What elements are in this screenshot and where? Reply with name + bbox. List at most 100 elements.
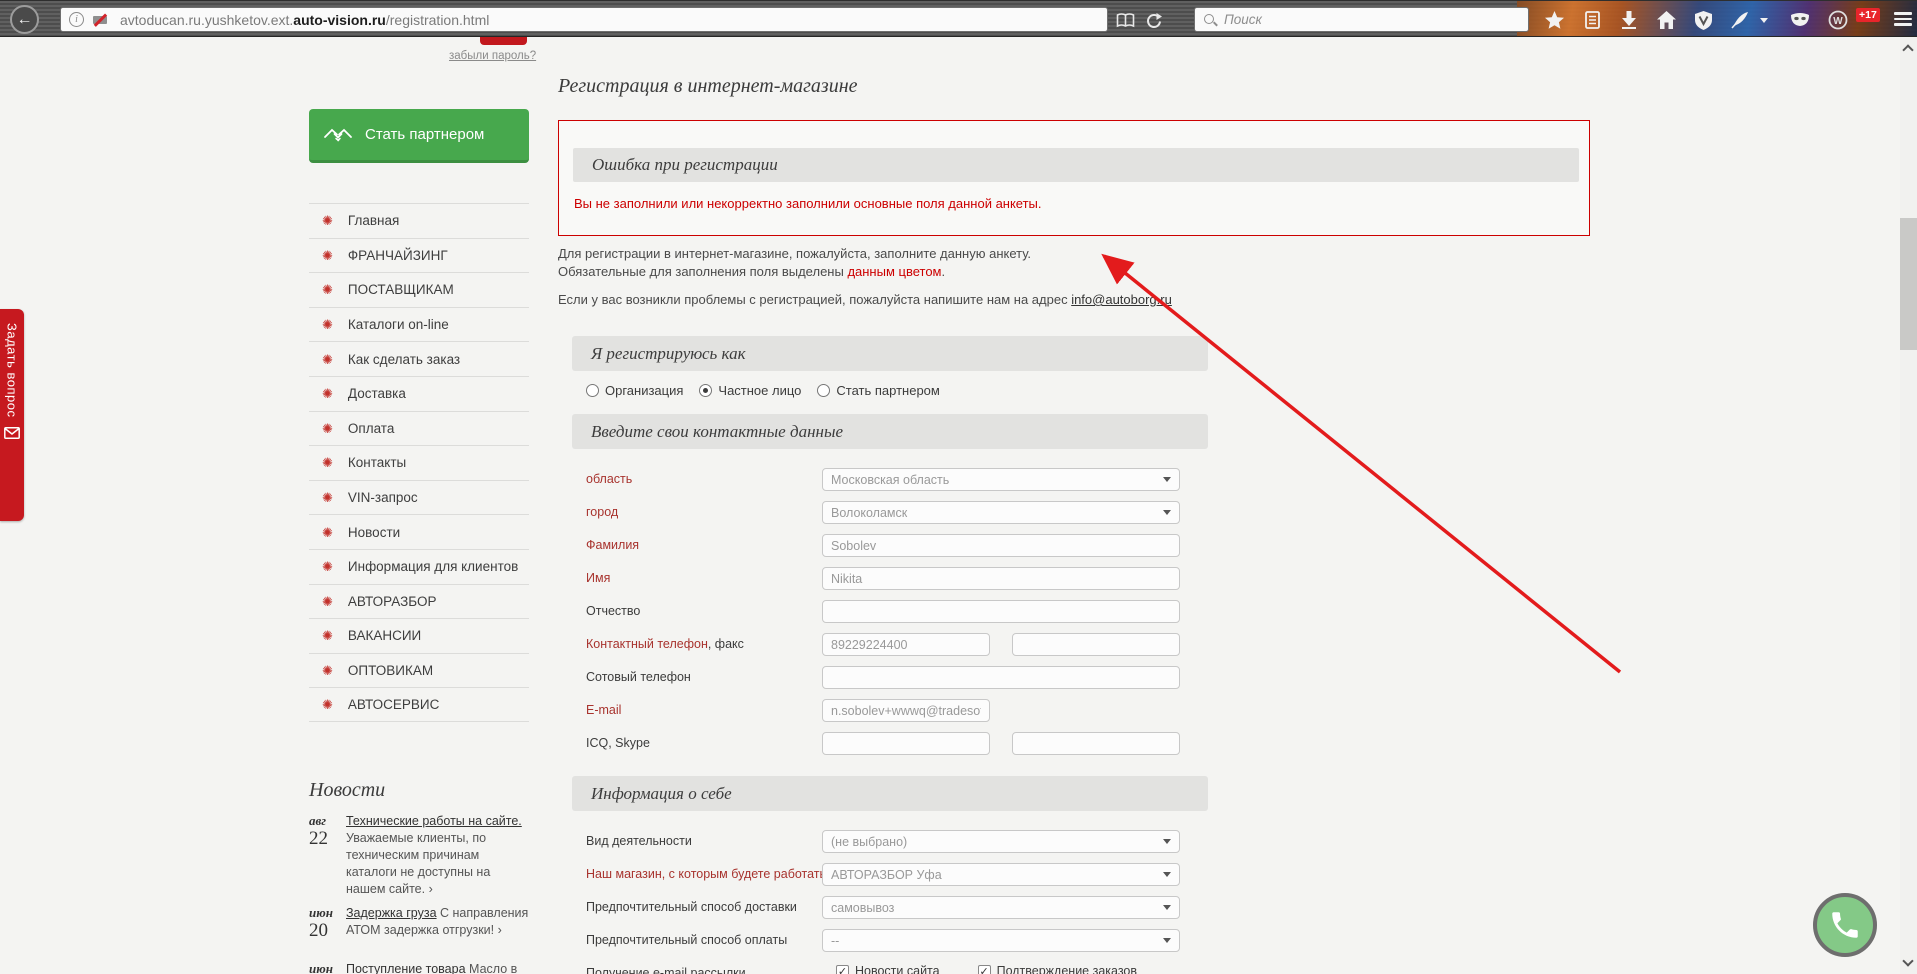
page-scrollbar[interactable] [1900, 37, 1917, 974]
news-more-arrow[interactable]: › [498, 923, 502, 937]
news-more-arrow[interactable]: › [429, 882, 433, 896]
news-day: 20 [309, 920, 328, 941]
chevron-down-icon [1163, 872, 1171, 877]
news-link[interactable]: Поступление товара [346, 962, 466, 974]
become-partner-button[interactable]: Стать партнером [309, 109, 529, 163]
checkbox-site-news[interactable]: ✓ Новости сайта [836, 964, 940, 974]
register-as-radios: Организация Частное лицо Стать партнером [586, 383, 940, 398]
news-item: авг 22 Технические работы на сайте. Уваж… [309, 813, 529, 898]
gear-icon: ✺ [322, 628, 333, 644]
email-input[interactable] [822, 699, 990, 722]
field-label: E-mail [586, 703, 622, 717]
middlename-input[interactable] [822, 600, 1180, 623]
ask-question-label: Задать вопрос [4, 323, 20, 418]
home-icon [1656, 11, 1676, 29]
w-addon-button[interactable]: W [1824, 9, 1852, 31]
handshake-icon [324, 128, 352, 141]
news-link[interactable]: Технические работы на сайте. [346, 814, 522, 828]
support-email-link[interactable]: info@autoborg.ru [1071, 292, 1172, 307]
address-bar[interactable]: i avtoducan.ru.yushketov.ext.auto-vision… [60, 7, 1108, 32]
ask-question-tab[interactable]: Задать вопрос [0, 309, 24, 521]
sidebar-item-kak-sdelat-zakaz[interactable]: ✺ Как сделать заказ [309, 341, 529, 376]
contact-phone-input[interactable] [822, 633, 990, 656]
sidebar-item-avtoservis[interactable]: ✺ АВТОСЕРВИС [309, 687, 529, 722]
scrollbar-thumb[interactable] [1900, 218, 1917, 350]
sidebar-menu: ✺ Главная ✺ ФРАНЧАЙЗИНГ ✺ ПОСТАВЩИКАМ ✺ Ката… [309, 203, 529, 722]
gear-icon: ✺ [322, 697, 333, 713]
gear-icon: ✺ [322, 420, 333, 436]
lastname-input[interactable] [822, 534, 1180, 557]
sidebar-item-dostavka[interactable]: ✺ Доставка [309, 375, 529, 411]
sidebar-item-postavshchikam[interactable]: ✺ ПОСТАВЩИКАМ [309, 272, 529, 307]
bookmark-star-button[interactable] [1540, 9, 1568, 31]
newsletter-checkboxes: ✓ Новости сайта ✓ Подтверждение заказов [836, 964, 1137, 974]
payment-method-select[interactable]: -- [822, 929, 1180, 952]
sidebar-item-franchising[interactable]: ✺ ФРАНЧАЙЗИНГ [309, 237, 529, 273]
radio-private-person[interactable]: Частное лицо [699, 383, 801, 398]
svg-text:W: W [1833, 16, 1843, 27]
sidebar-item-optovikam[interactable]: ✺ ОПТОВИКАМ [309, 652, 529, 688]
intro-text: Для регистрации в интернет-магазине, пож… [558, 246, 1032, 279]
sidebar-item-avtorazbor[interactable]: ✺ АВТОРАЗБОР [309, 583, 529, 619]
search-input[interactable]: Поиск [1194, 7, 1529, 32]
sidebar-item-novosti[interactable]: ✺ Новости [309, 514, 529, 549]
menu-button[interactable] [1894, 12, 1912, 26]
forgot-password-link[interactable]: забыли пароль? [449, 50, 536, 62]
firstname-input[interactable] [822, 567, 1180, 590]
reading-list-button[interactable] [1578, 9, 1606, 31]
book-icon [1116, 12, 1134, 27]
callback-button[interactable] [1813, 893, 1877, 957]
back-button[interactable]: ← [10, 5, 39, 34]
reader-mode-button[interactable] [1112, 8, 1138, 32]
sidebar-item-glavnaya[interactable]: ✺ Главная [309, 203, 529, 238]
skype-input[interactable] [1012, 732, 1180, 755]
plugin-blocked-icon[interactable] [93, 13, 108, 27]
shield-addon-button[interactable] [1689, 9, 1717, 31]
download-icon [1622, 11, 1636, 29]
sidebar-item-katalogi[interactable]: ✺ Каталоги on-line [309, 306, 529, 342]
page-title: Регистрация в интернет-магазине [558, 75, 858, 97]
fax-input[interactable] [1012, 633, 1180, 656]
radio-become-partner[interactable]: Стать партнером [817, 383, 940, 398]
form-row: город Волоколамск [558, 497, 1258, 530]
sidebar-item-vakansii[interactable]: ✺ ВАКАНСИИ [309, 618, 529, 653]
field-label: Контактный телефон, факс [586, 637, 744, 651]
quill-addon-button[interactable] [1726, 9, 1754, 31]
required-color-sample: данным цветом [847, 264, 942, 279]
search-placeholder: Поиск [1224, 12, 1262, 27]
field-label: Отчество [586, 604, 641, 618]
scroll-up-arrow[interactable] [1902, 44, 1914, 56]
activity-type-select[interactable]: (не выбрано) [822, 830, 1180, 853]
field-label: ICQ, Skype [586, 736, 650, 750]
city-select[interactable]: Волоколамск [822, 501, 1180, 524]
mask-addon-button[interactable] [1786, 9, 1814, 31]
become-partner-label: Стать партнером [365, 126, 485, 143]
mobile-phone-input[interactable] [822, 666, 1180, 689]
downloads-button[interactable] [1615, 9, 1643, 31]
field-label: Наш магазин, с которым будете работать [586, 867, 827, 881]
gear-icon: ✺ [322, 559, 333, 575]
sidebar-item-vin-zapros[interactable]: ✺ VIN-запрос [309, 479, 529, 515]
delivery-method-select[interactable]: самовывоз [822, 896, 1180, 919]
field-label: Вид деятельности [586, 834, 692, 848]
region-select[interactable]: Московская область [822, 468, 1180, 491]
sidebar-item-informatsiya[interactable]: ✺ Информация для клиентов [309, 548, 529, 584]
field-label: город [586, 505, 619, 519]
store-select[interactable]: АВТОРАЗБОР Уфа [822, 863, 1180, 886]
page-info-icon[interactable]: i [69, 12, 84, 27]
news-link[interactable]: Задержка груза [346, 906, 437, 920]
login-button-fragment[interactable] [480, 37, 527, 45]
reload-button[interactable] [1140, 8, 1166, 32]
chevron-down-icon [1163, 510, 1171, 515]
form-row: ICQ, Skype [558, 728, 1258, 761]
gear-icon: ✺ [322, 455, 333, 471]
scroll-down-arrow[interactable] [1902, 955, 1914, 967]
sidebar-item-oplata[interactable]: ✺ Оплата [309, 410, 529, 446]
addon-dropdown-button[interactable] [1756, 9, 1772, 31]
radio-icon [586, 384, 599, 397]
radio-organization[interactable]: Организация [586, 383, 683, 398]
home-button[interactable] [1652, 9, 1680, 31]
icq-input[interactable] [822, 732, 990, 755]
checkbox-order-confirmation[interactable]: ✓ Подтверждение заказов [977, 964, 1137, 974]
sidebar-item-kontakty[interactable]: ✺ Контакты [309, 445, 529, 480]
